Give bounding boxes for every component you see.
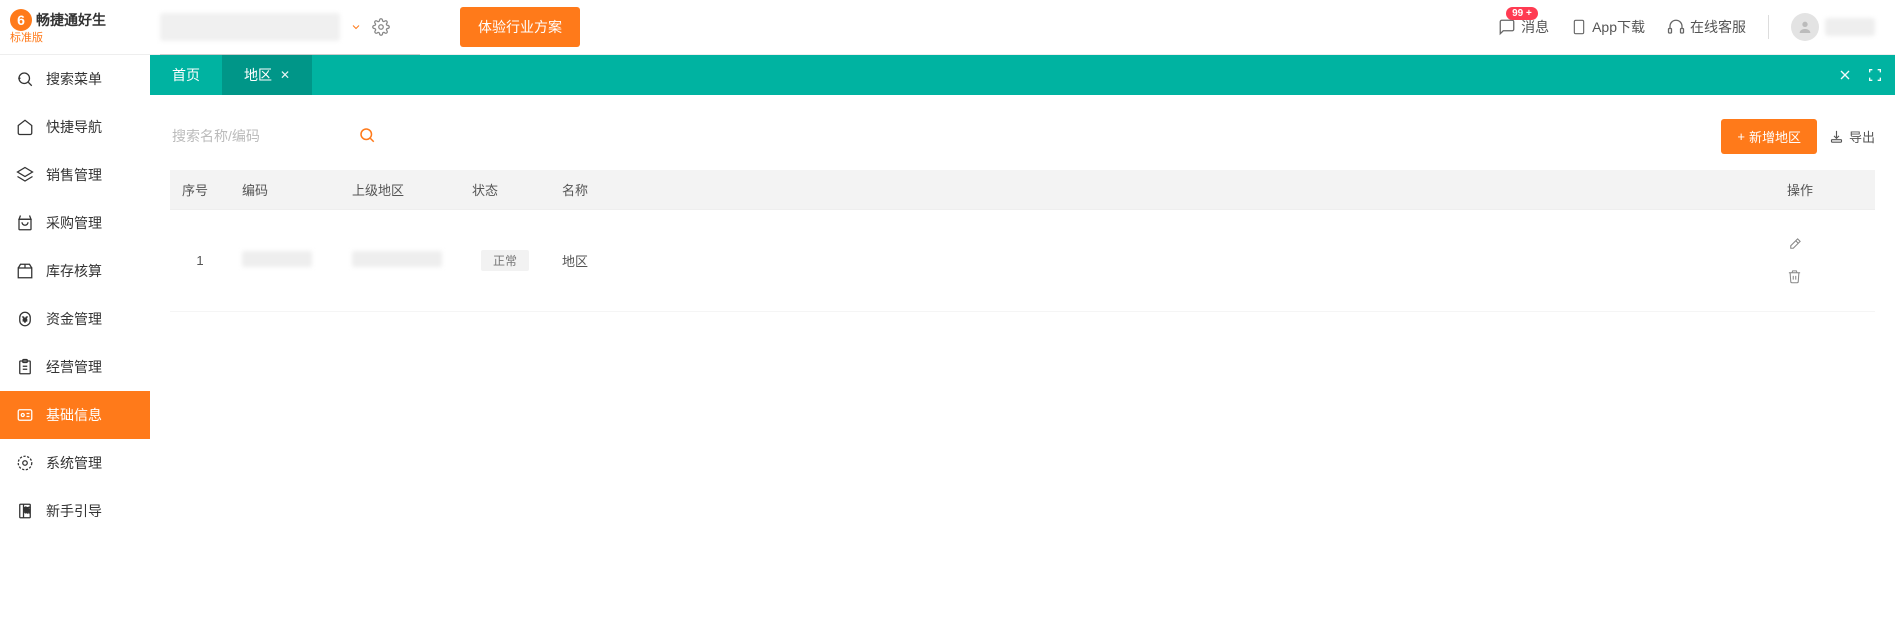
- sidebar-item-label: 快捷导航: [46, 117, 102, 137]
- sidebar-item-clipboard[interactable]: 经营管理: [0, 343, 150, 391]
- app-download-button[interactable]: App下载: [1571, 17, 1645, 37]
- messages-badge: 99 +: [1506, 7, 1538, 20]
- sidebar-item-label: 新手引导: [46, 501, 102, 521]
- messages-label: 消息: [1521, 17, 1549, 37]
- logo-text: 畅捷通好生: [36, 10, 106, 30]
- sidebar-item-label: 库存核算: [46, 261, 102, 281]
- search-input[interactable]: [170, 122, 380, 151]
- cell-name: 地区: [550, 210, 1775, 312]
- svg-text:¥: ¥: [23, 315, 28, 324]
- sidebar-item-label: 搜索菜单: [46, 69, 102, 89]
- box-icon: [16, 262, 34, 280]
- export-icon: [1829, 129, 1844, 144]
- search-wrap: [170, 122, 380, 151]
- tab-bar: 首页 地区 ✕: [150, 55, 1895, 95]
- sidebar-item-label: 系统管理: [46, 453, 102, 473]
- logo-icon: 6: [10, 9, 32, 31]
- sidebar-item-label: 基础信息: [46, 405, 102, 425]
- col-ops: 操作: [1775, 170, 1875, 210]
- user-menu[interactable]: [1791, 13, 1875, 41]
- online-service-button[interactable]: 在线客服: [1667, 17, 1746, 37]
- card-icon: [16, 406, 34, 424]
- sidebar-item-gear-dashed[interactable]: 系统管理: [0, 439, 150, 487]
- search-icon: [16, 70, 34, 88]
- app-header: 6 畅捷通好生 标准版 体验行业方案 99 + 消息 App下载: [0, 0, 1895, 55]
- add-region-button[interactable]: + 新增地区: [1721, 119, 1817, 154]
- gear-dashed-icon: [16, 454, 34, 472]
- sidebar-item-book[interactable]: 新 新手引导: [0, 487, 150, 535]
- sidebar-item-money[interactable]: ¥ 资金管理: [0, 295, 150, 343]
- divider: [1768, 15, 1769, 39]
- book-icon: 新: [16, 502, 34, 520]
- phone-icon: [1571, 18, 1587, 36]
- headset-icon: [1667, 18, 1685, 36]
- tab-1[interactable]: 地区 ✕: [222, 55, 312, 95]
- col-seq: 序号: [170, 170, 230, 210]
- sidebar-item-label: 经营管理: [46, 357, 102, 377]
- money-icon: ¥: [16, 310, 34, 328]
- export-button[interactable]: 导出: [1829, 127, 1875, 146]
- main-area: 首页地区✕ +: [150, 55, 1895, 643]
- logo-area: 6 畅捷通好生 标准版: [0, 9, 150, 45]
- home-icon: [16, 118, 34, 136]
- tab-label: 首页: [172, 65, 200, 85]
- cell-seq: 1: [170, 210, 230, 312]
- experience-plan-button[interactable]: 体验行业方案: [460, 7, 580, 47]
- plus-icon: +: [1737, 129, 1745, 144]
- cell-status: 正常: [460, 210, 550, 312]
- sidebar-item-bag[interactable]: 采购管理: [0, 199, 150, 247]
- svg-text:新: 新: [24, 507, 30, 515]
- app-download-label: App下载: [1592, 17, 1645, 37]
- col-code: 编码: [230, 170, 340, 210]
- sidebar-item-label: 采购管理: [46, 213, 102, 233]
- messages-button[interactable]: 99 + 消息: [1498, 17, 1549, 37]
- sidebar-item-box[interactable]: 库存核算: [0, 247, 150, 295]
- avatar-icon: [1791, 13, 1819, 41]
- table-row: 1 正常地区: [170, 210, 1875, 312]
- sidebar-item-label: 销售管理: [46, 165, 102, 185]
- tab-label: 地区: [244, 65, 272, 85]
- add-region-label: 新增地区: [1749, 127, 1801, 146]
- clipboard-icon: [16, 358, 34, 376]
- online-service-label: 在线客服: [1690, 17, 1746, 37]
- org-selector[interactable]: [160, 13, 420, 41]
- toolbar: + 新增地区 导出: [170, 119, 1875, 154]
- sidebar-item-tag[interactable]: 销售管理: [0, 151, 150, 199]
- delete-icon[interactable]: [1787, 269, 1863, 284]
- sidebar: 搜索菜单快捷导航销售管理采购管理库存核算 ¥ 资金管理经营管理基础信息系统管理新 新手…: [0, 55, 150, 643]
- sidebar-item-home[interactable]: 快捷导航: [0, 103, 150, 151]
- logo-subtitle: 标准版: [10, 29, 43, 45]
- content-panel: + 新增地区 导出 序号 编码 上级地区 状态: [150, 95, 1895, 643]
- settings-icon[interactable]: [372, 18, 390, 36]
- col-parent: 上级地区: [340, 170, 460, 210]
- tag-icon: [16, 166, 34, 184]
- search-icon[interactable]: [358, 126, 376, 144]
- sidebar-item-search[interactable]: 搜索菜单: [0, 55, 150, 103]
- cell-code: [230, 210, 340, 312]
- close-icon[interactable]: ✕: [280, 68, 290, 82]
- message-icon: [1498, 18, 1516, 36]
- close-all-tabs-icon[interactable]: [1837, 67, 1853, 83]
- header-right: 99 + 消息 App下载 在线客服: [1498, 13, 1875, 41]
- sidebar-item-card[interactable]: 基础信息: [0, 391, 150, 439]
- bag-icon: [16, 214, 34, 232]
- org-name-placeholder: [160, 13, 340, 41]
- col-name: 名称: [550, 170, 1775, 210]
- export-label: 导出: [1849, 127, 1875, 146]
- chevron-down-icon: [350, 21, 362, 33]
- cell-parent: [340, 210, 460, 312]
- tab-0[interactable]: 首页: [150, 55, 222, 95]
- user-name-placeholder: [1825, 18, 1875, 36]
- fullscreen-icon[interactable]: [1867, 67, 1883, 83]
- sidebar-item-label: 资金管理: [46, 309, 102, 329]
- edit-icon[interactable]: [1787, 237, 1863, 252]
- region-table: 序号 编码 上级地区 状态 名称 操作 1 正常地区: [170, 170, 1875, 312]
- col-status: 状态: [460, 170, 550, 210]
- cell-ops: [1775, 210, 1875, 312]
